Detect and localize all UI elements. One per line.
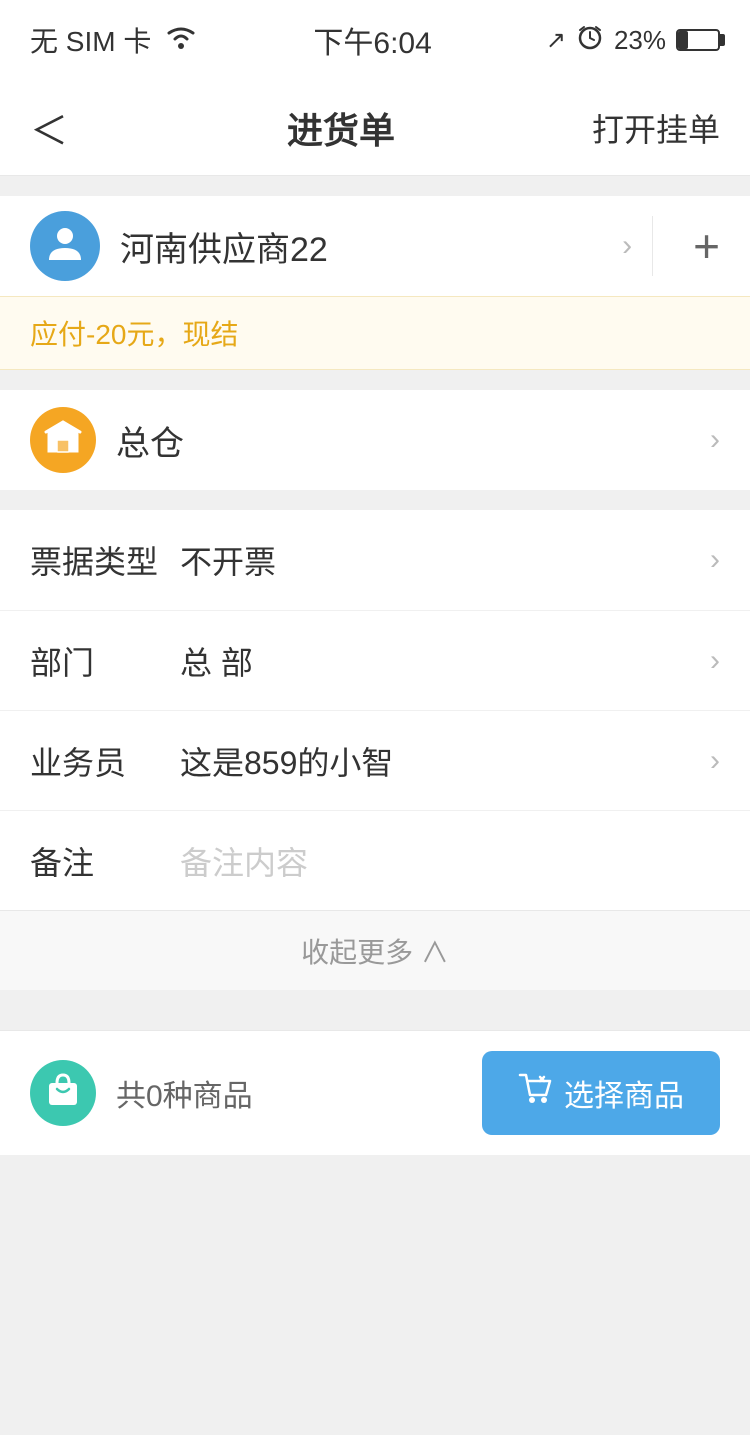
form-section: 票据类型 不开票 › 部门 总 部 › 业务员 这是859的小智 › 备注 备注… xyxy=(0,510,750,990)
remark-label: 备注 xyxy=(30,838,170,884)
divider-3 xyxy=(0,490,750,510)
collapse-label: 收起更多 ∧ xyxy=(301,931,449,971)
warehouse-icon xyxy=(44,418,82,462)
invoice-type-row[interactable]: 票据类型 不开票 › xyxy=(0,510,750,610)
warehouse-icon-wrap xyxy=(30,407,96,473)
vertical-divider xyxy=(652,216,653,276)
remark-input[interactable]: 备注内容 xyxy=(180,838,720,884)
select-product-label: 选择商品 xyxy=(564,1071,684,1115)
invoice-chevron-icon: › xyxy=(710,543,720,577)
alarm-icon xyxy=(576,23,604,58)
status-time: 下午6:04 xyxy=(313,18,431,62)
select-product-button[interactable]: 选择商品 xyxy=(482,1051,720,1135)
supplier-name: 河南供应商22 xyxy=(120,222,622,271)
warehouse-name: 总仓 xyxy=(116,416,710,465)
supplier-chevron-icon: › xyxy=(622,229,632,263)
invoice-value: 不开票 xyxy=(180,537,710,583)
salesperson-chevron-icon: › xyxy=(710,744,720,778)
battery-icon xyxy=(676,29,720,51)
department-chevron-icon: › xyxy=(710,644,720,678)
supplier-row[interactable]: 河南供应商22 › + xyxy=(0,196,750,296)
top-divider xyxy=(0,176,750,196)
shopping-bag-icon xyxy=(43,1069,83,1117)
cart-icon xyxy=(518,1073,554,1113)
divider-4 xyxy=(0,990,750,1010)
divider-2 xyxy=(0,370,750,390)
invoice-label: 票据类型 xyxy=(30,537,170,583)
wifi-icon xyxy=(163,23,199,58)
supplier-avatar xyxy=(30,211,100,281)
salesperson-row[interactable]: 业务员 这是859的小智 › xyxy=(0,710,750,810)
notice-text: 应付-20元，现结 xyxy=(30,319,238,350)
product-icon-wrap xyxy=(30,1060,96,1126)
battery-percent: 23% xyxy=(614,25,666,56)
department-label: 部门 xyxy=(30,638,170,684)
bottom-bar: 共0种商品 选择商品 xyxy=(0,1030,750,1155)
status-right: ↗ 23% xyxy=(546,23,720,58)
open-pending-button[interactable]: 打开挂单 xyxy=(592,105,720,151)
department-value: 总 部 xyxy=(180,638,710,684)
warehouse-chevron-icon: › xyxy=(710,423,720,457)
collapse-bar[interactable]: 收起更多 ∧ xyxy=(0,910,750,990)
page-title: 进货单 xyxy=(287,102,395,154)
add-supplier-button[interactable]: + xyxy=(693,219,720,273)
back-button[interactable]: ＜ xyxy=(30,100,90,155)
warehouse-row[interactable]: 总仓 › xyxy=(0,390,750,490)
payment-notice: 应付-20元，现结 xyxy=(0,296,750,370)
nav-bar: ＜ 进货单 打开挂单 xyxy=(0,80,750,176)
salesperson-label: 业务员 xyxy=(30,738,170,784)
page-background xyxy=(0,1155,750,1435)
salesperson-value: 这是859的小智 xyxy=(180,738,710,784)
supplier-section: 河南供应商22 › + 应付-20元，现结 xyxy=(0,196,750,370)
person-icon xyxy=(45,222,85,271)
product-count: 共0种商品 xyxy=(116,1071,482,1115)
remark-row[interactable]: 备注 备注内容 xyxy=(0,810,750,910)
status-left: 无 SIM 卡 xyxy=(30,20,199,60)
status-bar: 无 SIM 卡 下午6:04 ↗ 23% xyxy=(0,0,750,80)
carrier-label: 无 SIM 卡 xyxy=(30,20,151,60)
department-row[interactable]: 部门 总 部 › xyxy=(0,610,750,710)
warehouse-section: 总仓 › xyxy=(0,390,750,490)
location-icon: ↗ xyxy=(546,26,566,55)
